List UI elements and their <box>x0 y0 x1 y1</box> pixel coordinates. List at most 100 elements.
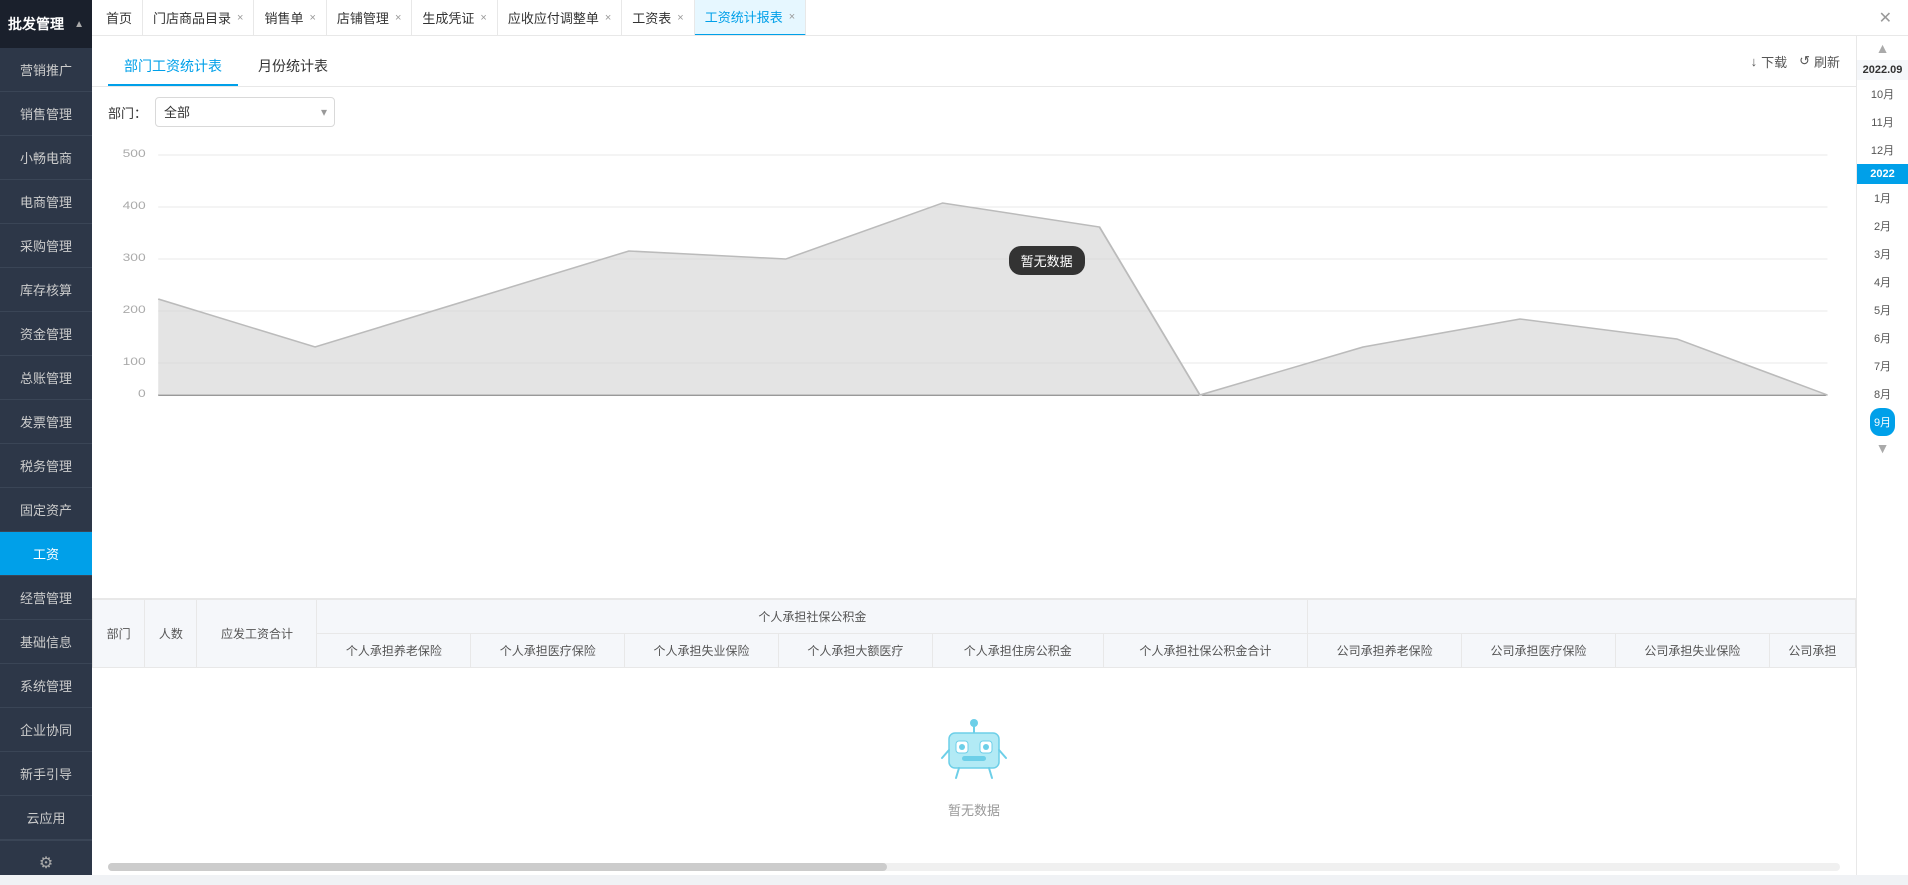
scrollbar-track[interactable] <box>108 863 1840 871</box>
sidebar-item-小畅电商[interactable]: 小畅电商 <box>0 136 92 180</box>
refresh-icon: ↺ <box>1799 53 1810 69</box>
col-personal-large-medical: 个人承担大额医疗 <box>778 634 932 668</box>
col-group-personal: 个人承担社保公积金 <box>317 600 1308 634</box>
tab-销售单[interactable]: 销售单 × <box>254 0 326 36</box>
timeline-month-9月[interactable]: 9月 <box>1870 408 1895 436</box>
sidebar-item-企业协同[interactable]: 企业协同 <box>0 708 92 752</box>
tab-close-icon[interactable]: × <box>309 12 315 24</box>
close-window-icon[interactable]: ✕ <box>1875 8 1896 28</box>
svg-text:200: 200 <box>123 303 146 315</box>
sidebar-item-经营管理[interactable]: 经营管理 <box>0 576 92 620</box>
main-content: 首页门店商品目录×销售单×店铺管理×生成凭证×应收应付调整单×工资表×工资统计报… <box>92 0 1908 875</box>
sidebar-title: 批发管理 <box>8 14 64 34</box>
inner-content: 部门工资统计表月份统计表 ↓ 下载 ↺ 刷新 部门： 全 <box>92 36 1856 875</box>
filter-label: 部门： <box>108 103 147 122</box>
data-table: 部门 人数 应发工资合计 个人承担社保公积金 个人承担养老保险 个人承担医疗保险… <box>92 599 1856 668</box>
timeline-month-8月[interactable]: 8月 <box>1870 380 1895 408</box>
sidebar: 批发管理 ▲ 营销推广销售管理小畅电商电商管理采购管理库存核算资金管理总账管理发… <box>0 0 92 875</box>
no-data-icon <box>934 708 1014 788</box>
sidebar-item-云应用[interactable]: 云应用 <box>0 796 92 840</box>
scrollbar-row[interactable] <box>92 859 1856 875</box>
col-company-other: 公司承担 <box>1769 634 1855 668</box>
col-personal-housing: 个人承担住房公积金 <box>932 634 1103 668</box>
timeline-nav-down[interactable]: ▼ <box>1872 436 1894 460</box>
tab-bar: 首页门店商品目录×销售单×店铺管理×生成凭证×应收应付调整单×工资表×工资统计报… <box>92 0 1908 36</box>
page-content: 部门工资统计表月份统计表 ↓ 下载 ↺ 刷新 部门： 全 <box>92 36 1908 875</box>
tab-工资表[interactable]: 工资表 × <box>622 0 694 36</box>
svg-text:500: 500 <box>123 147 146 159</box>
department-select-wrapper: 全部 <box>155 97 335 127</box>
chart-container: 500 400 300 200 100 0 <box>108 147 1840 407</box>
tab-工资统计报表[interactable]: 工资统计报表 × <box>695 0 806 36</box>
tab-label: 销售单 <box>264 8 303 27</box>
download-button[interactable]: ↓ 下载 <box>1751 52 1788 71</box>
tab-门店商品目录[interactable]: 门店商品目录 × <box>143 0 254 36</box>
tab-label: 工资统计报表 <box>705 7 783 26</box>
svg-text:0: 0 <box>138 387 146 399</box>
col-header-count: 人数 <box>145 600 197 668</box>
tab-close-icon[interactable]: × <box>395 12 401 24</box>
timeline-nav-up[interactable]: ▲ <box>1872 36 1894 60</box>
timeline-year-current: 2022 <box>1857 164 1908 184</box>
tab-close-icon[interactable]: × <box>677 12 683 24</box>
svg-text:100: 100 <box>123 355 146 367</box>
timeline-month-2月[interactable]: 2月 <box>1870 212 1895 240</box>
timeline-panel: ▲ 2022.09 10月11月12月 2022 1月2月3月4月5月6月7月8… <box>1856 36 1908 875</box>
sidebar-item-固定资产[interactable]: 固定资产 <box>0 488 92 532</box>
tab-店铺管理[interactable]: 店铺管理 × <box>327 0 412 36</box>
tab-close-icon[interactable]: × <box>480 12 486 24</box>
svg-text:400: 400 <box>123 199 146 211</box>
sidebar-item-资金管理[interactable]: 资金管理 <box>0 312 92 356</box>
col-personal-unemployment: 个人承担失业保险 <box>625 634 779 668</box>
sidebar-item-发票管理[interactable]: 发票管理 <box>0 400 92 444</box>
tab-label: 店铺管理 <box>337 8 389 27</box>
timeline-month-4月[interactable]: 4月 <box>1870 268 1895 296</box>
sidebar-item-库存核算[interactable]: 库存核算 <box>0 268 92 312</box>
col-personal-pension: 个人承担养老保险 <box>317 634 471 668</box>
sub-tab-部门工资统计表[interactable]: 部门工资统计表 <box>108 48 238 86</box>
sidebar-item-系统管理[interactable]: 系统管理 <box>0 664 92 708</box>
sidebar-item-基础信息[interactable]: 基础信息 <box>0 620 92 664</box>
sidebar-item-销售管理[interactable]: 销售管理 <box>0 92 92 136</box>
timeline-month-1月[interactable]: 1月 <box>1870 184 1895 212</box>
chart-area: 500 400 300 200 100 0 <box>92 137 1856 598</box>
timeline-month-10月[interactable]: 10月 <box>1867 80 1898 108</box>
tab-应收应付调整单[interactable]: 应收应付调整单 × <box>498 0 622 36</box>
tab-close-icon[interactable]: × <box>605 12 611 24</box>
sub-tab-月份统计表[interactable]: 月份统计表 <box>242 48 344 86</box>
timeline-month-12月[interactable]: 12月 <box>1867 136 1898 164</box>
filter-row: 部门： 全部 <box>92 87 1856 137</box>
tab-生成凭证[interactable]: 生成凭证 × <box>412 0 497 36</box>
sidebar-item-采购管理[interactable]: 采购管理 <box>0 224 92 268</box>
sub-tabs: 部门工资统计表月份统计表 <box>92 36 1723 86</box>
timeline-month-11月[interactable]: 11月 <box>1867 108 1898 136</box>
refresh-button[interactable]: ↺ 刷新 <box>1799 52 1840 71</box>
tab-close-icon[interactable]: × <box>789 11 795 23</box>
department-select[interactable]: 全部 <box>155 97 335 127</box>
sidebar-item-营销推广[interactable]: 营销推广 <box>0 48 92 92</box>
sidebar-item-新手引导[interactable]: 新手引导 <box>0 752 92 796</box>
timeline-month-6月[interactable]: 6月 <box>1870 324 1895 352</box>
download-icon: ↓ <box>1751 54 1758 69</box>
sidebar-header[interactable]: 批发管理 ▲ <box>0 0 92 48</box>
tab-close-icon[interactable]: × <box>237 12 243 24</box>
svg-text:300: 300 <box>123 251 146 263</box>
tab-label: 门店商品目录 <box>153 8 231 27</box>
toolbar: ↓ 下载 ↺ 刷新 <box>1723 44 1856 79</box>
sidebar-item-税务管理[interactable]: 税务管理 <box>0 444 92 488</box>
sidebar-footer[interactable]: ⚙ <box>0 840 92 885</box>
tab-label: 应收应付调整单 <box>508 8 599 27</box>
sidebar-item-电商管理[interactable]: 电商管理 <box>0 180 92 224</box>
timeline-month-7月[interactable]: 7月 <box>1870 352 1895 380</box>
sidebar-arrow-icon: ▲ <box>74 19 84 30</box>
timeline-month-3月[interactable]: 3月 <box>1870 240 1895 268</box>
sidebar-item-工资[interactable]: 工资 <box>0 532 92 576</box>
timeline-month-5月[interactable]: 5月 <box>1870 296 1895 324</box>
col-personal-total: 个人承担社保公积金合计 <box>1103 634 1308 668</box>
tab-label: 生成凭证 <box>422 8 474 27</box>
no-data-text: 暂无数据 <box>948 800 1000 819</box>
tab-首页[interactable]: 首页 <box>96 0 143 36</box>
scrollbar-thumb[interactable] <box>108 863 887 871</box>
tab-label: 工资表 <box>632 8 671 27</box>
sidebar-item-总账管理[interactable]: 总账管理 <box>0 356 92 400</box>
